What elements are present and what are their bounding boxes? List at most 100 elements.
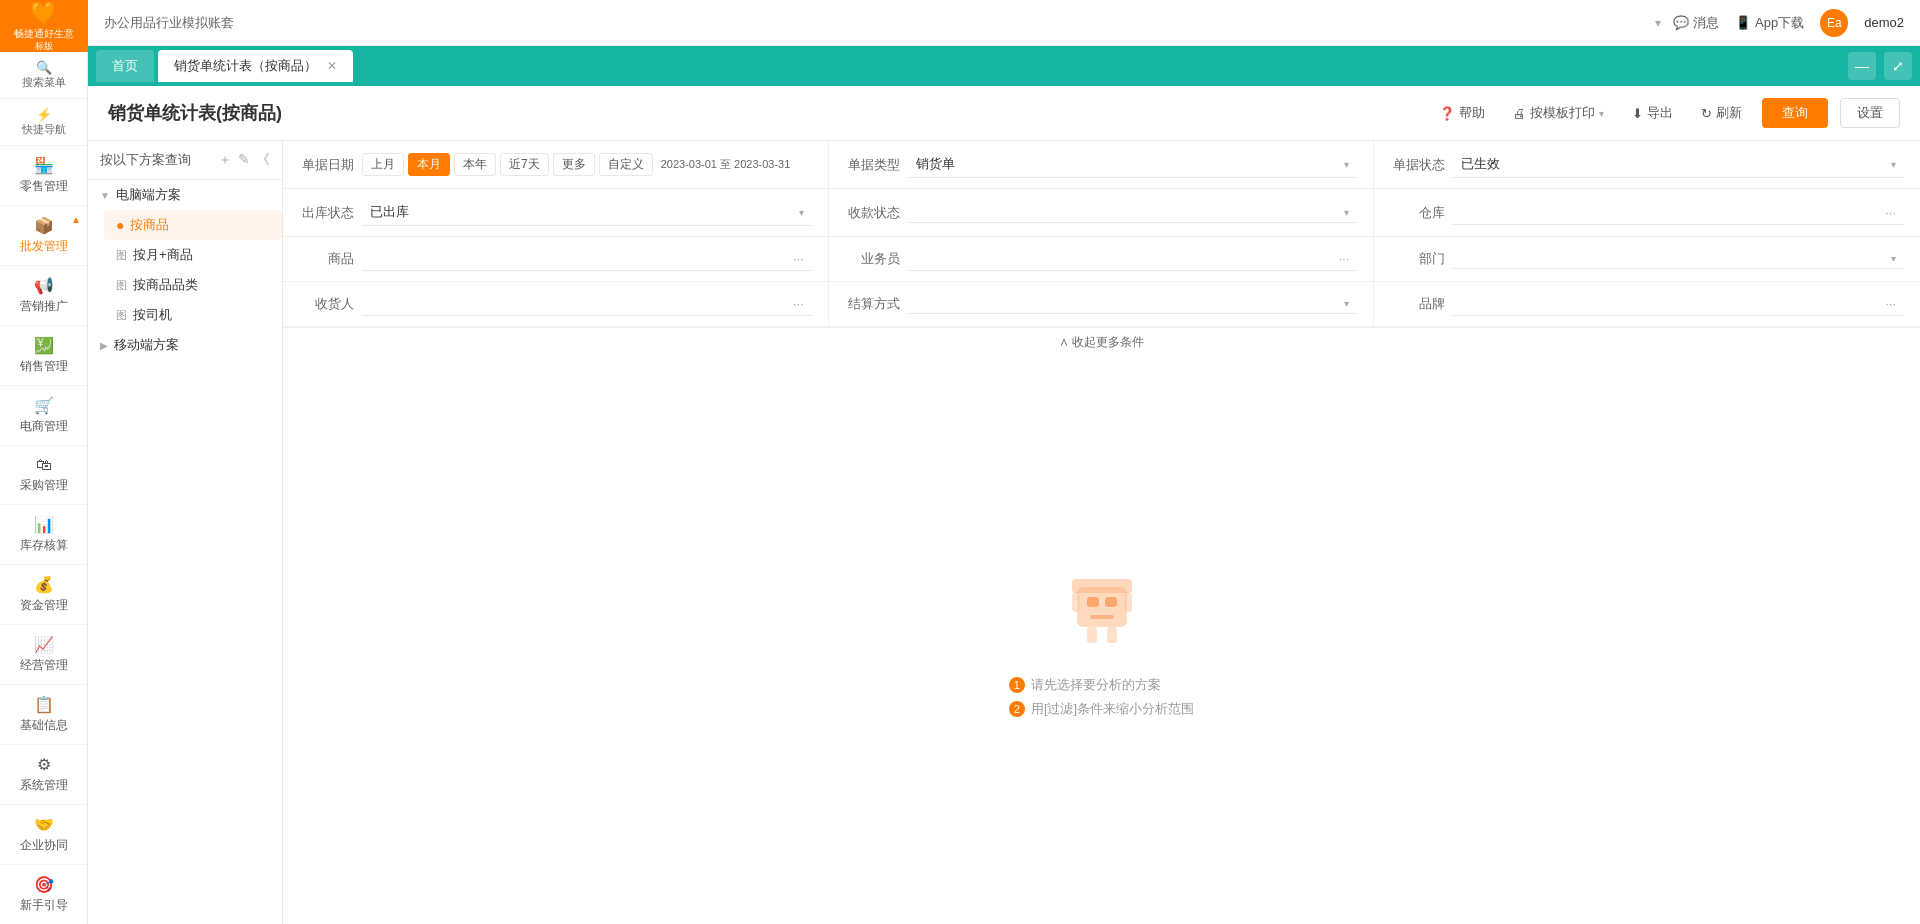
filter-doctype-cell: 单据类型 销货单 ▾	[829, 141, 1375, 188]
main-layout: 按以下方案查询 ＋ ✎ 《 ▼ 电脑端方案	[88, 141, 1920, 924]
tree-item-mobile[interactable]: ▶ 移动端方案	[88, 330, 282, 360]
refresh-btn[interactable]: ↻ 刷新	[1693, 100, 1750, 126]
search-menu-item[interactable]: 🔍 搜索菜单	[0, 52, 87, 99]
date-7days-btn[interactable]: 近7天	[500, 153, 549, 176]
sidebar-item-finance[interactable]: 💰 资金管理	[0, 565, 87, 625]
basics-icon: 📋	[34, 695, 54, 714]
tab-expand-btn[interactable]: ⤢	[1884, 52, 1912, 80]
svg-rect-6	[1087, 627, 1097, 643]
date-this-month-btn[interactable]: 本月	[408, 153, 450, 176]
sidebar-item-purchase[interactable]: 🛍 采购管理	[0, 446, 87, 505]
left-panel-title: 按以下方案查询	[100, 151, 191, 169]
basics-label: 基础信息	[20, 717, 68, 734]
export-label: 导出	[1647, 104, 1673, 122]
payment-select[interactable]: ▾	[908, 294, 1358, 314]
print-btn[interactable]: 🖨 按模板打印 ▾	[1505, 100, 1612, 126]
tab-minimize-btn[interactable]: —	[1848, 52, 1876, 80]
filter-date-cell: 单据日期 上月 本月 本年 近7天 更多 自定义 2023-03-01 至 20…	[283, 141, 829, 188]
filter-warehouse-cell: 仓库 ···	[1374, 189, 1920, 236]
refresh-icon: ↻	[1701, 106, 1712, 121]
sidebar-item-inventory[interactable]: 📊 库存核算	[0, 505, 87, 565]
sidebar-item-wholesale[interactable]: 📦 批发管理 ▲	[0, 206, 87, 266]
svg-rect-7	[1107, 627, 1117, 643]
sidebar-item-ecommerce[interactable]: 🛒 电商管理	[0, 386, 87, 446]
tree-root: ▼ 电脑端方案 ● 按商品 图 按月+商品 图	[88, 180, 282, 360]
docstatus-select[interactable]: 已生效 ▾	[1453, 151, 1904, 178]
print-label: 按模板打印	[1530, 104, 1595, 122]
app-download-label: App下载	[1755, 14, 1804, 32]
user-label: demo2	[1864, 15, 1904, 30]
month-goods-icon: 图	[116, 248, 127, 263]
message-action[interactable]: 💬 消息	[1673, 14, 1719, 32]
outstatus-select[interactable]: 已出库 ▾	[362, 199, 812, 226]
inventory-icon: 📊	[34, 515, 54, 534]
sidebar-item-system[interactable]: ⚙ 系统管理	[0, 745, 87, 805]
help-btn[interactable]: ❓ 帮助	[1431, 100, 1493, 126]
svg-rect-8	[1072, 579, 1132, 593]
goods-dots: ···	[793, 251, 804, 266]
quick-nav-item[interactable]: ⚡ 快捷导航	[0, 99, 87, 146]
sidebar-item-operations[interactable]: 📈 经营管理	[0, 625, 87, 685]
tab-close-icon[interactable]: ✕	[327, 59, 337, 73]
tab-sales-stats[interactable]: 销货单统计表（按商品） ✕	[158, 50, 353, 82]
sidebar-item-basics[interactable]: 📋 基础信息	[0, 685, 87, 745]
sidebar-item-guide[interactable]: 🎯 新手引导	[0, 865, 87, 924]
tree-child-by-driver[interactable]: 图 按司机	[104, 300, 282, 330]
sidebar-item-collab[interactable]: 🤝 企业协同	[0, 805, 87, 865]
help-label: 帮助	[1459, 104, 1485, 122]
warehouse-label: 仓库	[1390, 204, 1445, 222]
guide-label: 新手引导	[20, 897, 68, 914]
topbar: 办公用品行业模拟账套 ▾ 💬 消息 📱 App下载 Ea demo2	[88, 0, 1920, 46]
warehouse-select[interactable]: ···	[1453, 201, 1904, 225]
tabbar-right: — ⤢	[1848, 52, 1912, 80]
svg-rect-2	[1105, 597, 1117, 607]
wholesale-icon: 📦	[34, 216, 54, 235]
app-download-action[interactable]: 📱 App下载	[1735, 14, 1804, 32]
dept-chevron: ▾	[1891, 253, 1896, 264]
goods-select[interactable]: ···	[362, 247, 812, 271]
tree-child-by-category[interactable]: 图 按商品品类	[104, 270, 282, 300]
sidebar-item-retail[interactable]: 🏪 零售管理	[0, 146, 87, 206]
tree-child-by-goods[interactable]: ● 按商品	[104, 210, 282, 240]
date-last-month-btn[interactable]: 上月	[362, 153, 404, 176]
query-button[interactable]: 查询	[1762, 98, 1828, 128]
industry-dropdown-icon[interactable]: ▾	[1655, 16, 1661, 30]
collectstatus-select[interactable]: ▾	[908, 203, 1358, 223]
help-icon: ❓	[1439, 106, 1455, 121]
salesman-select[interactable]: ···	[908, 247, 1358, 271]
sidebar-item-marketing[interactable]: 📢 营销推广	[0, 266, 87, 326]
export-btn[interactable]: ⬇ 导出	[1624, 100, 1681, 126]
tree-item-pc[interactable]: ▼ 电脑端方案	[88, 180, 282, 210]
receiver-select[interactable]: ···	[362, 292, 812, 316]
dept-select[interactable]: ▾	[1453, 249, 1904, 269]
date-custom-btn[interactable]: 自定义	[599, 153, 653, 176]
by-month-goods-label: 按月+商品	[133, 246, 193, 264]
empty-illustration	[1042, 557, 1162, 660]
finance-icon: 💰	[34, 575, 54, 594]
svg-rect-3	[1090, 615, 1114, 619]
sidebar-item-sales[interactable]: 💹 销售管理	[0, 326, 87, 386]
payment-chevron: ▾	[1344, 298, 1349, 309]
page-actions: ❓ 帮助 🖨 按模板打印 ▾ ⬇ 导出 ↻ 刷新 查询 设置	[1431, 98, 1900, 128]
outstatus-value: 已出库	[370, 203, 409, 221]
outstatus-chevron: ▾	[799, 207, 804, 218]
tip-num-1: 1	[1009, 677, 1025, 693]
brand-select[interactable]: ···	[1453, 292, 1904, 316]
filter-dept-cell: 部门 ▾	[1374, 237, 1920, 281]
doctype-select[interactable]: 销货单 ▾	[908, 151, 1358, 178]
edit-scheme-icon[interactable]: ✎	[238, 151, 250, 169]
collapse-panel-icon[interactable]: 《	[256, 151, 270, 169]
right-panel: 单据日期 上月 本月 本年 近7天 更多 自定义 2023-03-01 至 20…	[283, 141, 1920, 924]
settings-button[interactable]: 设置	[1840, 98, 1900, 128]
avatar[interactable]: Ea	[1820, 9, 1848, 37]
tree-child-by-month-goods[interactable]: 图 按月+商品	[104, 240, 282, 270]
wholesale-label: 批发管理	[20, 238, 68, 255]
date-more-btn[interactable]: 更多	[553, 153, 595, 176]
finance-label: 资金管理	[20, 597, 68, 614]
date-this-year-btn[interactable]: 本年	[454, 153, 496, 176]
collapse-bar[interactable]: ∧ 收起更多条件	[283, 327, 1920, 357]
message-icon: 💬	[1673, 15, 1689, 30]
avatar-initials: Ea	[1827, 16, 1842, 30]
add-scheme-icon[interactable]: ＋	[218, 151, 232, 169]
tab-home[interactable]: 首页	[96, 50, 154, 82]
